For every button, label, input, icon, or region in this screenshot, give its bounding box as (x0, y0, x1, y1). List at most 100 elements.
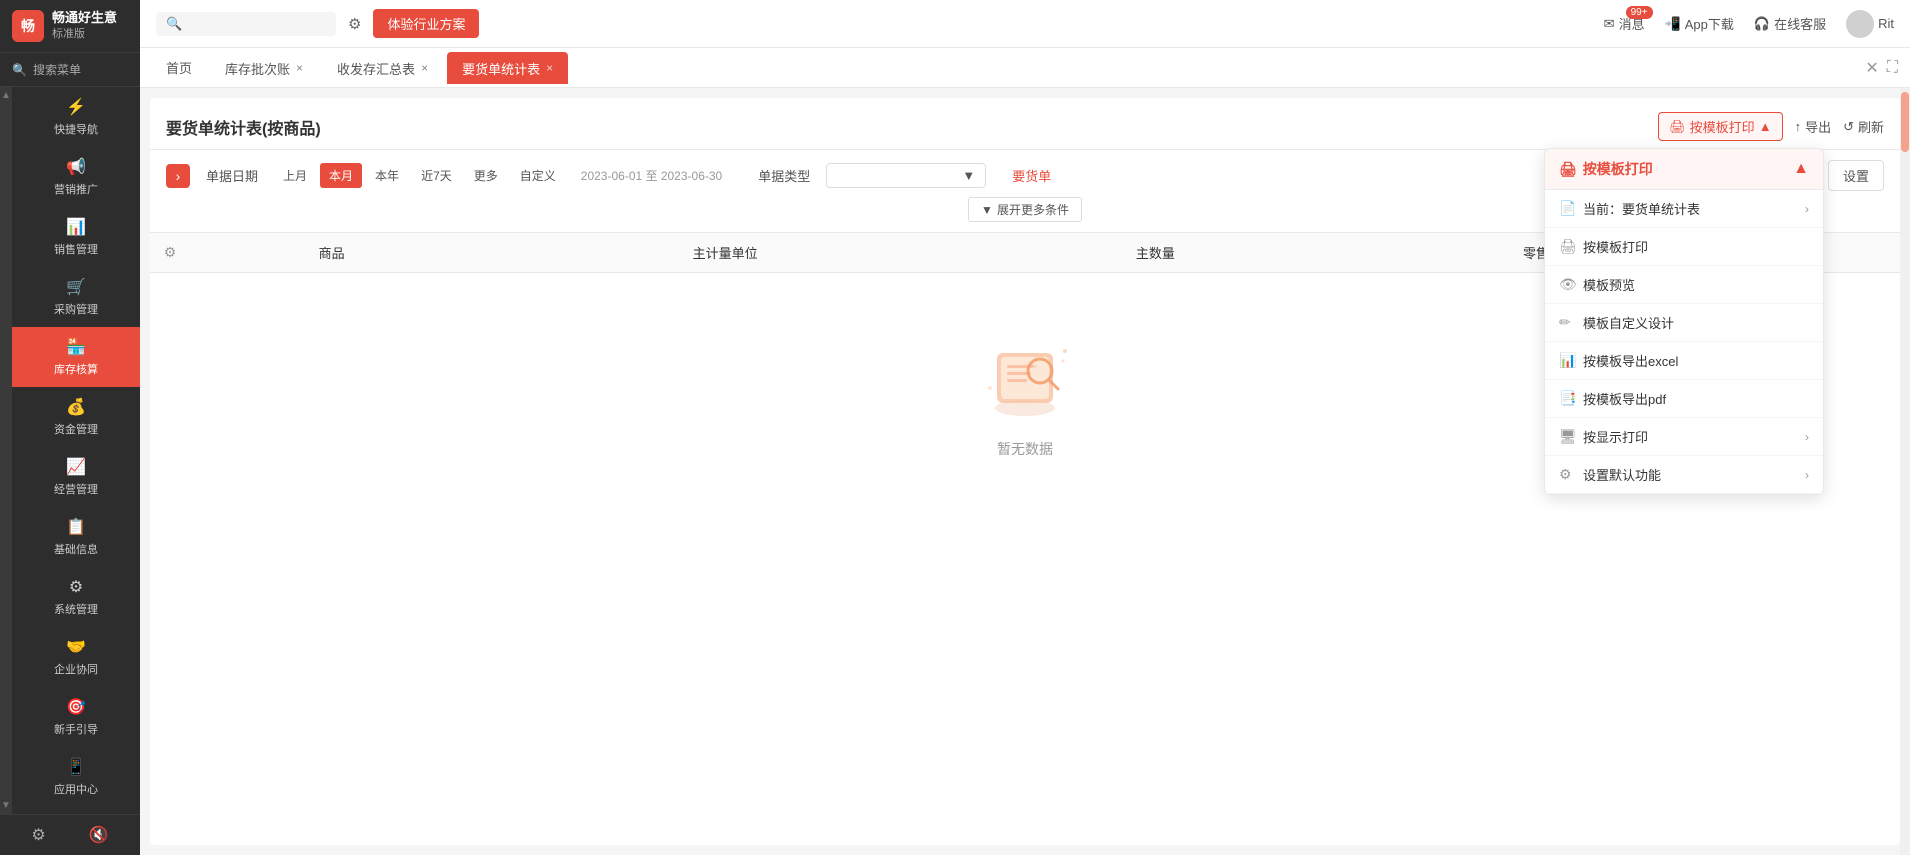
template-print-item[interactable]: 🖨 按模板打印 (1545, 228, 1823, 266)
template-pdf-item[interactable]: 📑 按模板导出pdf (1545, 380, 1823, 418)
display-print-chevron: › (1805, 430, 1809, 444)
trial-button[interactable]: 体验行业方案 (373, 9, 479, 38)
right-scrollbar[interactable] (1900, 88, 1910, 855)
date-btn-this-year[interactable]: 本年 (366, 163, 408, 188)
printer-icon: 🖨 (1669, 119, 1686, 135)
sidebar-search[interactable]: 🔍 搜索菜单 (0, 53, 140, 87)
tab-batch[interactable]: 库存批次账 × (210, 52, 318, 84)
filter-expand-btn[interactable]: › (166, 164, 190, 188)
sidebar-item-sales[interactable]: 📊 销售管理 (12, 207, 140, 267)
search-icon: 🔍 (12, 63, 27, 77)
top-search-box[interactable]: 🔍 (156, 12, 336, 36)
top-search-input[interactable] (188, 17, 308, 31)
date-btn-more[interactable]: 更多 (465, 163, 507, 188)
empty-text: 暂无数据 (997, 439, 1053, 459)
audio-footer-btn[interactable]: 🔇 (89, 825, 109, 845)
sidebar-item-purchase[interactable]: 🛒 采购管理 (12, 267, 140, 327)
purchase-icon: 🛒 (66, 277, 86, 297)
tabs-expand-btn[interactable]: ⛶ (1887, 59, 1898, 77)
top-bar: 🔍 ⚙ 体验行业方案 ✉ 消息 99+ 📲 App下载 🎧 在线客服 Rit (140, 0, 1910, 48)
table-col-settings[interactable]: ⚙ (150, 233, 190, 273)
inventory-icon: 🏪 (66, 337, 86, 357)
template-preview-icon: 👁 (1559, 276, 1575, 293)
sidebar-item-basic[interactable]: 📋 基础信息 (12, 507, 140, 567)
date-btn-this-month[interactable]: 本月 (320, 163, 362, 188)
scrollbar-thumb (1901, 92, 1909, 152)
tab-order-stat[interactable]: 要货单统计表 × (447, 52, 568, 84)
default-func-item[interactable]: ⚙ 设置默认功能 › (1545, 456, 1823, 494)
template-design-icon: ✏ (1559, 314, 1575, 331)
date-btn-custom[interactable]: 自定义 (511, 163, 565, 188)
app-download-action[interactable]: 📲 App下载 (1665, 14, 1734, 33)
sidebar: 畅 畅通好生意 标准版 🔍 搜索菜单 ▲ ▼ ⚡ 快捷导航 📢 营销推广 📊 (0, 0, 140, 855)
date-btn-prev-month[interactable]: 上月 (274, 163, 316, 188)
messages-action[interactable]: ✉ 消息 99+ (1604, 14, 1645, 33)
sidebar-item-guide[interactable]: 🎯 新手引导 (12, 687, 140, 747)
tabs-right: ✕ ⛶ (1865, 58, 1898, 78)
sidebar-item-apps[interactable]: 📱 应用中心 (12, 747, 140, 807)
online-service-action[interactable]: 🎧 在线客服 (1754, 14, 1826, 33)
default-func-icon: ⚙ (1559, 466, 1575, 483)
doc-type-chevron-icon: ▼ (962, 168, 975, 183)
display-print-item[interactable]: 🖥 按显示打印 › (1545, 418, 1823, 456)
marketing-icon: 📢 (66, 157, 86, 177)
download-icon: 📲 (1665, 16, 1681, 32)
user-avatar-action[interactable]: Rit (1846, 10, 1894, 38)
sidebar-footer: ⚙ 🔇 (0, 814, 140, 855)
template-excel-item[interactable]: 📊 按模板导出excel (1545, 342, 1823, 380)
online-service-label: 在线客服 (1774, 14, 1826, 33)
sidebar-item-wechat[interactable]: 💬 企业微信 (12, 807, 140, 814)
app-edition: 标准版 (52, 27, 117, 41)
tabs-close-all-btn[interactable]: ✕ (1865, 58, 1878, 78)
current-template-item[interactable]: 📄 当前：要货单统计表 › (1545, 190, 1823, 228)
sidebar-item-marketing[interactable]: 📢 营销推广 (12, 147, 140, 207)
tab-summary[interactable]: 收发存汇总表 × (322, 52, 443, 84)
doc-type-label: 单据类型 (758, 166, 810, 185)
sidebar-item-finance[interactable]: 💰 资金管理 (12, 387, 140, 447)
table-settings-icon[interactable]: ⚙ (164, 244, 177, 260)
top-bar-actions: ✉ 消息 99+ 📲 App下载 🎧 在线客服 Rit (1604, 10, 1894, 38)
doc-type-select[interactable]: ▼ (826, 163, 986, 188)
table-col-unit: 主计量单位 (473, 233, 977, 273)
print-dropdown-close-btn[interactable]: ▲ (1793, 160, 1809, 178)
empty-icon (975, 333, 1075, 423)
tab-home[interactable]: 首页 (152, 52, 206, 83)
tab-summary-close[interactable]: × (421, 61, 428, 75)
print-dropdown: 🖨 按模板打印 ▲ 📄 当前：要货单统计表 › (1544, 148, 1824, 495)
apps-icon: 📱 (66, 757, 86, 777)
guide-icon: 🎯 (66, 697, 86, 717)
sidebar-item-cooperation[interactable]: 🤝 企业协同 (12, 627, 140, 687)
topbar-settings-icon[interactable]: ⚙ (348, 15, 361, 33)
settings-button[interactable]: 设置 (1828, 160, 1884, 191)
sidebar-item-operations[interactable]: 📈 经营管理 (12, 447, 140, 507)
expand-more-btn[interactable]: ▼ 展开更多条件 (968, 197, 1082, 222)
sidebar-scroll-up[interactable]: ▲ (1, 87, 11, 104)
table-col-product: 商品 (190, 233, 473, 273)
refresh-btn[interactable]: ↺ 刷新 (1843, 117, 1884, 136)
service-icon: 🎧 (1754, 16, 1770, 32)
template-preview-item[interactable]: 👁 模板预览 (1545, 266, 1823, 304)
sidebar-scroll-down[interactable]: ▼ (1, 797, 11, 814)
tab-order-stat-close[interactable]: × (546, 61, 553, 75)
date-buttons: 上月 本月 本年 近7天 更多 (274, 163, 565, 188)
page: 要货单统计表(按商品) 🖨 按模板打印 ▲ ↑ 导出 ↺ 刷新 (150, 98, 1900, 845)
printer-dropdown-icon: 🖨 (1559, 161, 1577, 178)
date-range-display: 2023-06-01 至 2023-06-30 (581, 167, 722, 184)
date-btn-7days[interactable]: 近7天 (412, 163, 461, 188)
settings-footer-btn[interactable]: ⚙ (31, 825, 45, 845)
sidebar-item-quicknav[interactable]: ⚡ 快捷导航 (12, 87, 140, 147)
template-print-icon: 🖨 (1559, 238, 1575, 255)
top-search-icon: 🔍 (166, 16, 182, 32)
template-design-item[interactable]: ✏ 模板自定义设计 (1545, 304, 1823, 342)
finance-icon: 💰 (66, 397, 86, 417)
sidebar-item-inventory[interactable]: 🏪 库存核算 (12, 327, 140, 387)
tab-batch-close[interactable]: × (296, 61, 303, 75)
print-dropdown-title: 🖨 按模板打印 (1559, 159, 1653, 179)
export-btn[interactable]: ↑ 导出 (1795, 117, 1832, 136)
page-header-actions: 🖨 按模板打印 ▲ ↑ 导出 ↺ 刷新 (1658, 112, 1884, 141)
search-label: 搜索菜单 (33, 61, 81, 78)
basic-icon: 📋 (66, 517, 86, 537)
app-download-label: App下载 (1685, 14, 1734, 33)
sidebar-item-system[interactable]: ⚙ 系统管理 (12, 567, 140, 627)
print-template-btn[interactable]: 🖨 按模板打印 ▲ (1658, 112, 1782, 141)
